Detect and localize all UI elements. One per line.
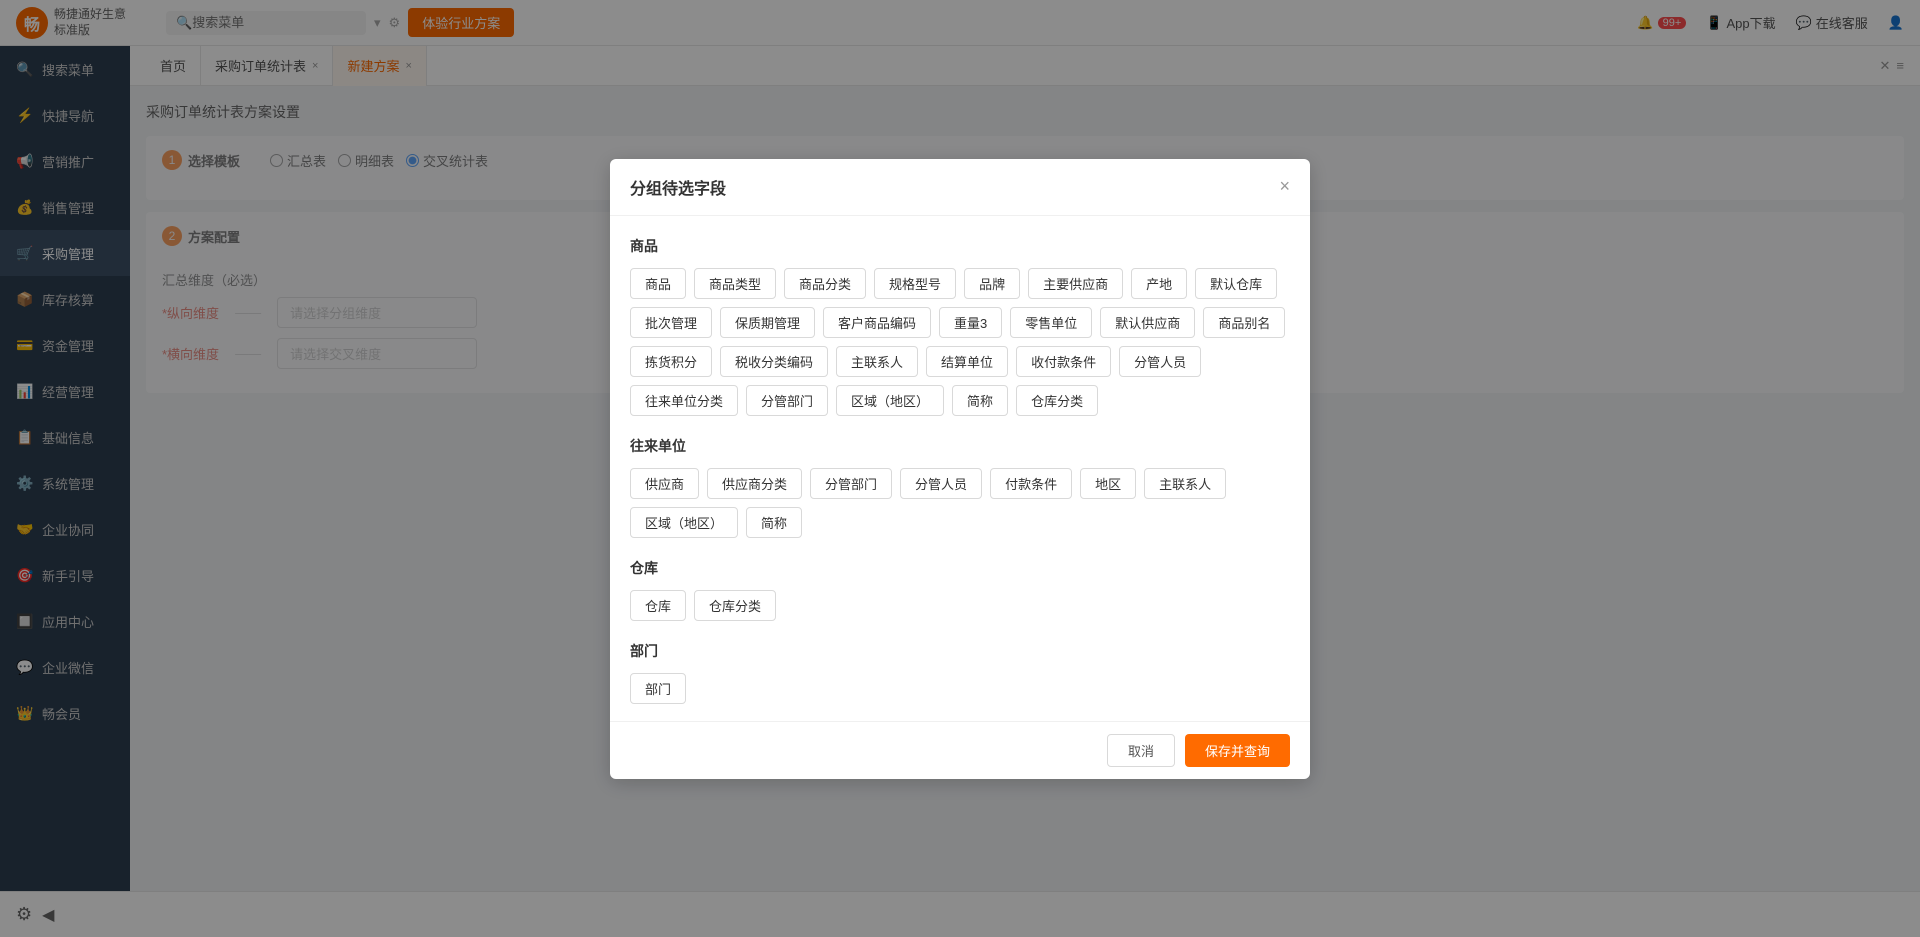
field-tag[interactable]: 地区 bbox=[1080, 468, 1136, 499]
confirm-button[interactable]: 保存并查询 bbox=[1185, 734, 1290, 767]
field-tag[interactable]: 商品别名 bbox=[1203, 307, 1285, 338]
field-tag[interactable]: 部门 bbox=[630, 673, 686, 704]
field-tag[interactable]: 分管人员 bbox=[900, 468, 982, 499]
field-grid: 供应商供应商分类分管部门分管人员付款条件地区主联系人区域（地区） 简称 bbox=[630, 468, 1290, 538]
modal-footer: 取消 保存并查询 bbox=[610, 721, 1310, 779]
modal-title: 分组待选字段 bbox=[630, 175, 726, 199]
field-tag[interactable]: 商品 bbox=[630, 268, 686, 299]
field-group-仓库: 仓库仓库仓库分类 bbox=[630, 558, 1290, 621]
field-tag[interactable]: 分管部门 bbox=[746, 385, 828, 416]
field-grid: 商品商品类型商品分类规格型号品牌主要供应商产地默认仓库批次管理保质期管理客户商品… bbox=[630, 268, 1290, 416]
field-tag[interactable]: 税收分类编码 bbox=[720, 346, 828, 377]
field-tag[interactable]: 商品分类 bbox=[784, 268, 866, 299]
field-tag[interactable]: 主联系人 bbox=[836, 346, 918, 377]
field-tag[interactable]: 零售单位 bbox=[1010, 307, 1092, 338]
field-tag[interactable]: 商品类型 bbox=[694, 268, 776, 299]
field-tag[interactable]: 供应商 bbox=[630, 468, 699, 499]
field-tag[interactable]: 批次管理 bbox=[630, 307, 712, 338]
field-tag[interactable]: 品牌 bbox=[964, 268, 1020, 299]
field-tag[interactable]: 主联系人 bbox=[1144, 468, 1226, 499]
field-tag[interactable]: 付款条件 bbox=[990, 468, 1072, 499]
field-tag[interactable]: 默认供应商 bbox=[1100, 307, 1195, 338]
cancel-button[interactable]: 取消 bbox=[1107, 734, 1175, 767]
field-tag[interactable]: 收付款条件 bbox=[1016, 346, 1111, 377]
field-tag[interactable]: 简称 bbox=[952, 385, 1008, 416]
field-group-往来单位: 往来单位供应商供应商分类分管部门分管人员付款条件地区主联系人区域（地区） 简称 bbox=[630, 436, 1290, 538]
field-tag[interactable]: 拣货积分 bbox=[630, 346, 712, 377]
field-tag[interactable]: 往来单位分类 bbox=[630, 385, 738, 416]
field-tag[interactable]: 仓库分类 bbox=[1016, 385, 1098, 416]
field-select-modal: 分组待选字段 × 商品商品商品类型商品分类规格型号品牌主要供应商产地默认仓库批次… bbox=[610, 159, 1310, 779]
field-tag[interactable]: 产地 bbox=[1131, 268, 1187, 299]
field-tag[interactable]: 客户商品编码 bbox=[823, 307, 931, 338]
field-group-部门: 部门部门 bbox=[630, 641, 1290, 704]
field-tag[interactable]: 仓库 bbox=[630, 590, 686, 621]
field-tag[interactable]: 默认仓库 bbox=[1195, 268, 1277, 299]
field-tag[interactable]: 仓库分类 bbox=[694, 590, 776, 621]
field-group-title: 往来单位 bbox=[630, 436, 1290, 456]
modal-header: 分组待选字段 × bbox=[610, 159, 1310, 216]
field-tag[interactable]: 结算单位 bbox=[926, 346, 1008, 377]
field-grid: 仓库仓库分类 bbox=[630, 590, 1290, 621]
field-tag[interactable]: 保质期管理 bbox=[720, 307, 815, 338]
field-tag[interactable]: 简称 bbox=[746, 507, 802, 538]
field-tag[interactable]: 区域（地区） bbox=[836, 385, 944, 416]
field-tag[interactable]: 规格型号 bbox=[874, 268, 956, 299]
modal-close-button[interactable]: × bbox=[1279, 176, 1290, 197]
field-group-title: 部门 bbox=[630, 641, 1290, 661]
field-grid: 部门 bbox=[630, 673, 1290, 704]
modal-body: 商品商品商品类型商品分类规格型号品牌主要供应商产地默认仓库批次管理保质期管理客户… bbox=[610, 216, 1310, 721]
field-tag[interactable]: 分管人员 bbox=[1119, 346, 1201, 377]
field-tag[interactable]: 分管部门 bbox=[810, 468, 892, 499]
field-tag[interactable]: 重量3 bbox=[939, 307, 1002, 338]
field-tag[interactable]: 区域（地区） bbox=[630, 507, 738, 538]
modal-overlay: 分组待选字段 × 商品商品商品类型商品分类规格型号品牌主要供应商产地默认仓库批次… bbox=[0, 0, 1920, 937]
field-tag[interactable]: 主要供应商 bbox=[1028, 268, 1123, 299]
field-group-title: 商品 bbox=[630, 236, 1290, 256]
field-group-商品: 商品商品商品类型商品分类规格型号品牌主要供应商产地默认仓库批次管理保质期管理客户… bbox=[630, 236, 1290, 416]
field-tag[interactable]: 供应商分类 bbox=[707, 468, 802, 499]
field-group-title: 仓库 bbox=[630, 558, 1290, 578]
